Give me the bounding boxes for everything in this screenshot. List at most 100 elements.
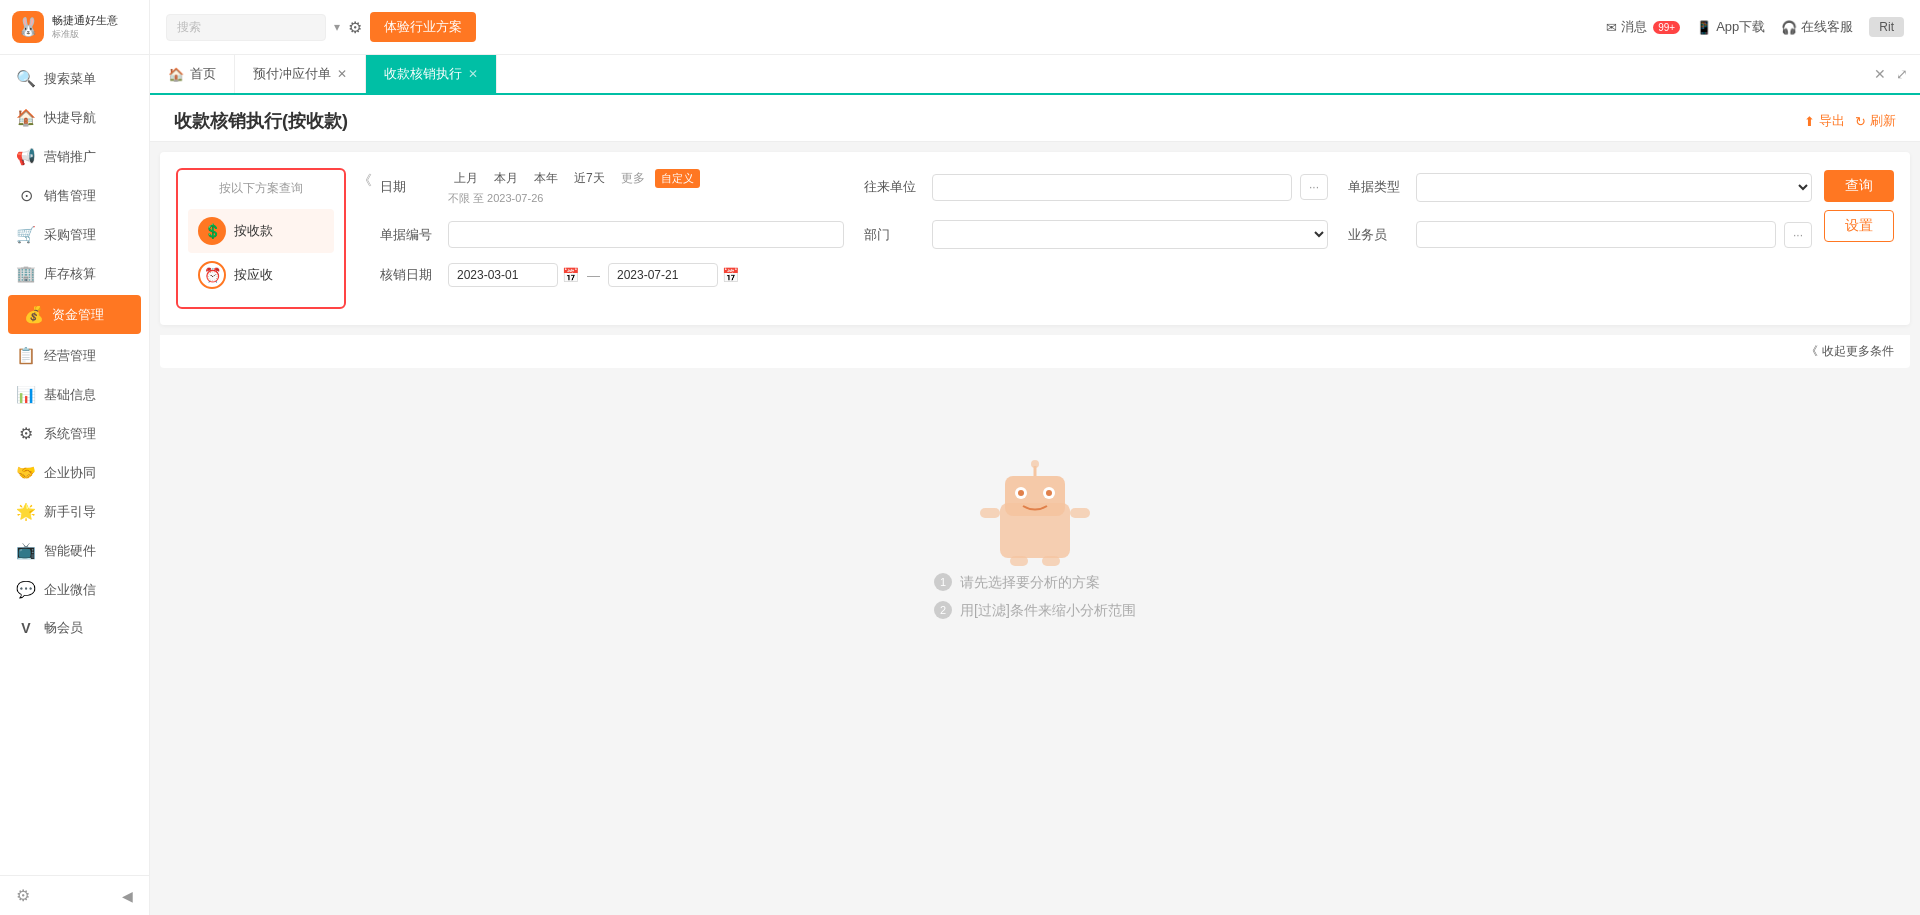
top-bar-left: 搜索 ▾ ⚙ 体验行业方案	[166, 12, 1594, 42]
period-custom-badge: 自定义	[655, 169, 700, 188]
sidebar-item-wechat[interactable]: 💬 企业微信	[0, 570, 149, 609]
settle-date-start-input[interactable]: 2023-03-01	[448, 263, 558, 287]
page-actions: ⬆ 导出 ↻ 刷新	[1804, 112, 1896, 130]
svg-point-7	[1031, 460, 1039, 468]
collapse-filter-btn[interactable]: 《	[358, 168, 372, 309]
settle-date-start-cal-icon[interactable]: 📅	[562, 267, 579, 283]
svg-rect-10	[1010, 556, 1028, 566]
svg-point-5	[1046, 490, 1052, 496]
tab-close-all-icon[interactable]: ✕	[1874, 66, 1886, 82]
sidebar-item-hardware[interactable]: 📺 智能硬件	[0, 531, 149, 570]
sidebar-item-vip[interactable]: V 畅会员	[0, 609, 149, 647]
dept-label: 部门	[864, 226, 924, 244]
tab-expand-icon[interactable]: ⤢	[1896, 66, 1908, 82]
counterpart-label: 往来单位	[864, 178, 924, 196]
doc-no-input[interactable]	[448, 221, 844, 248]
export-icon: ⬆	[1804, 114, 1815, 129]
top-bar: 搜索 ▾ ⚙ 体验行业方案 ✉ 消息 99+ 📱 App下载 🎧 在线客服 Ri…	[150, 0, 1920, 55]
sidebar-item-biz-mgmt[interactable]: 📋 经营管理	[0, 336, 149, 375]
settle-date-start-group: 2023-03-01 📅	[448, 263, 579, 287]
sidebar-item-funds[interactable]: 💰 资金管理	[8, 295, 141, 334]
doc-no-label: 单据编号	[380, 226, 440, 244]
settle-date-end-group: 2023-07-21 📅	[608, 263, 739, 287]
settle-date-end-input[interactable]: 2023-07-21	[608, 263, 718, 287]
query-btn[interactable]: 查询	[1824, 170, 1894, 202]
industry-btn[interactable]: 体验行业方案	[370, 12, 476, 42]
doc-no-row: 单据编号	[380, 221, 844, 248]
dept-select[interactable]	[932, 220, 1328, 249]
period-btns: 上月 本月 本年 近7天 更多 自定义	[448, 168, 844, 189]
svg-point-4	[1018, 490, 1024, 496]
page-title: 收款核销执行(按收款)	[174, 109, 348, 133]
sidebar-item-sales[interactable]: ⊙ 销售管理	[0, 176, 149, 215]
filter-panel: 按以下方案查询 💲 按收款 ⏰ 按应收	[176, 168, 346, 309]
empty-instructions: 1 请先选择要分析的方案 2 用[过滤]条件来缩小分析范围	[934, 568, 1136, 624]
period-last-month[interactable]: 上月	[448, 168, 484, 189]
tab-receipt-cancel-close-icon[interactable]: ✕	[468, 67, 478, 81]
empty-step1: 1 请先选择要分析的方案	[934, 568, 1136, 596]
logo-icon: 🐰	[12, 11, 44, 43]
vip-icon: V	[16, 620, 36, 636]
biz-mgmt-icon: 📋	[16, 346, 36, 365]
staff-input[interactable]	[1416, 221, 1776, 248]
tab-prepay-close-icon[interactable]: ✕	[337, 67, 347, 81]
tabs-controls: ✕ ⤢	[1862, 55, 1920, 93]
doc-type-label: 单据类型	[1348, 178, 1408, 196]
date-label: 日期	[380, 178, 440, 196]
settings-icon[interactable]: ⚙	[16, 886, 30, 905]
logo-text: 畅捷通好生意	[52, 13, 118, 27]
staff-ellipsis-btn[interactable]: ···	[1784, 222, 1812, 248]
sidebar-item-quick-nav[interactable]: 🏠 快捷导航	[0, 98, 149, 137]
counterpart-input[interactable]	[932, 174, 1292, 201]
doc-type-select[interactable]	[1416, 173, 1812, 202]
sidebar-item-search-menu[interactable]: 🔍 搜索菜单	[0, 59, 149, 98]
period-more[interactable]: 更多	[615, 168, 651, 189]
collapse-sidebar-btn[interactable]: ◀	[122, 888, 133, 904]
step1-circle: 1	[934, 573, 952, 591]
filter-option-by-receipt[interactable]: 💲 按收款	[188, 209, 334, 253]
top-dropdown-icon[interactable]: ▾	[334, 20, 340, 34]
tab-home[interactable]: 🏠 首页	[150, 55, 235, 93]
query-btn-col: 查询 设置	[1824, 168, 1894, 309]
sidebar-item-base-info[interactable]: 📊 基础信息	[0, 375, 149, 414]
export-label: 导出	[1819, 112, 1845, 130]
sidebar-item-newbie[interactable]: 🌟 新手引导	[0, 492, 149, 531]
app-label: App下载	[1716, 18, 1765, 36]
sidebar-item-purchase[interactable]: 🛒 采购管理	[0, 215, 149, 254]
app-download-btn[interactable]: 📱 App下载	[1696, 18, 1765, 36]
top-bar-right: ✉ 消息 99+ 📱 App下载 🎧 在线客服 Rit	[1606, 17, 1904, 37]
settings-gear-icon[interactable]: ⚙	[348, 18, 362, 37]
settle-date-end-cal-icon[interactable]: 📅	[722, 267, 739, 283]
service-icon: 🎧	[1781, 20, 1797, 35]
filter-panel-title: 按以下方案查询	[188, 180, 334, 197]
collapse-more-bar: 《 收起更多条件	[160, 335, 1910, 368]
user-avatar[interactable]: Rit	[1869, 17, 1904, 37]
top-search-box[interactable]: 搜索	[166, 14, 326, 41]
period-7days[interactable]: 近7天	[568, 168, 611, 189]
sidebar-item-inventory[interactable]: 🏢 库存核算	[0, 254, 149, 293]
tab-receipt-cancel[interactable]: 收款核销执行 ✕	[366, 55, 497, 93]
sidebar-item-enterprise[interactable]: 🤝 企业协同	[0, 453, 149, 492]
refresh-icon: ↻	[1855, 114, 1866, 129]
period-this-month[interactable]: 本月	[488, 168, 524, 189]
settings-btn[interactable]: 设置	[1824, 210, 1894, 242]
refresh-btn[interactable]: ↻ 刷新	[1855, 112, 1896, 130]
by-payable-icon: ⏰	[198, 261, 226, 289]
tab-prepay[interactable]: 预付冲应付单 ✕	[235, 55, 366, 93]
purchase-icon: 🛒	[16, 225, 36, 244]
messages-label: 消息	[1621, 18, 1647, 36]
app-icon: 📱	[1696, 20, 1712, 35]
step2-circle: 2	[934, 601, 952, 619]
wechat-icon: 💬	[16, 580, 36, 599]
svg-rect-8	[980, 508, 1000, 518]
sidebar-item-sys-mgmt[interactable]: ⚙ 系统管理	[0, 414, 149, 453]
collapse-more-btn[interactable]: 《 收起更多条件	[1790, 335, 1910, 368]
sidebar-item-marketing[interactable]: 📢 营销推广	[0, 137, 149, 176]
online-service-btn[interactable]: 🎧 在线客服	[1781, 18, 1853, 36]
messages-btn[interactable]: ✉ 消息 99+	[1606, 18, 1680, 36]
counterpart-ellipsis-btn[interactable]: ···	[1300, 174, 1328, 200]
period-this-year[interactable]: 本年	[528, 168, 564, 189]
tab-prepay-label: 预付冲应付单	[253, 65, 331, 83]
filter-option-by-payable[interactable]: ⏰ 按应收	[188, 253, 334, 297]
export-btn[interactable]: ⬆ 导出	[1804, 112, 1845, 130]
